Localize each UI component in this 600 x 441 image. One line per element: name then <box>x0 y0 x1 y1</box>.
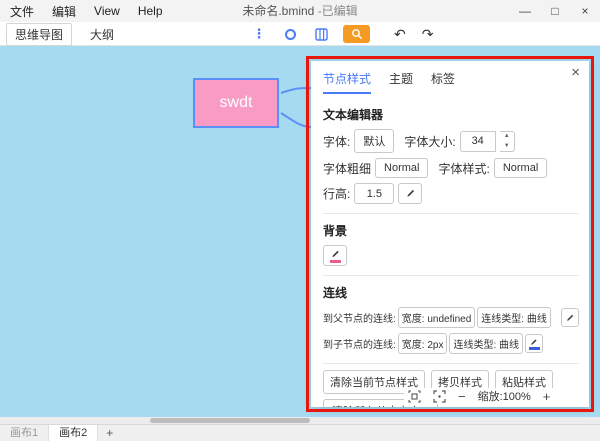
more-options-icon[interactable]: ⋮ <box>250 25 268 43</box>
font-family-button[interactable]: 默认 <box>354 129 394 153</box>
circle-icon <box>285 29 296 40</box>
pencil-icon <box>405 188 416 199</box>
font-style-label: 字体样式: <box>438 160 489 177</box>
scrollbar-thumb[interactable] <box>150 418 310 423</box>
section-title-background: 背景 <box>323 222 579 239</box>
pencil-icon <box>529 338 539 346</box>
child-line-color-button[interactable] <box>525 334 543 353</box>
child-line-row: 到子节点的连线: 宽度: 2px 连线类型: 曲线 <box>323 333 579 354</box>
zoom-in-button[interactable]: + <box>543 390 551 403</box>
line-height-picker-button[interactable] <box>398 183 422 204</box>
view-tabs: 思维导图 大纲 <box>6 22 122 46</box>
zoom-level-label: 缩放:100% <box>478 388 531 404</box>
fit-view-icon <box>408 390 421 403</box>
menubar: 文件 编辑 View Help <box>10 0 163 22</box>
panel-tab-label[interactable]: 标签 <box>431 70 455 94</box>
divider <box>323 363 579 364</box>
redo-button[interactable]: ↷ <box>422 26 434 43</box>
undo-button[interactable]: ↶ <box>394 26 406 43</box>
child-line-type-button[interactable]: 连线类型: 曲线 <box>449 333 523 354</box>
zoom-controls: − 缩放:100% + <box>404 388 554 404</box>
tab-mindmap[interactable]: 思维导图 <box>6 23 72 46</box>
stepper-down-icon[interactable]: ▼ <box>500 141 514 151</box>
font-label: 字体: <box>323 133 350 150</box>
panel-tabs: 节点样式 主题 标签 <box>311 61 589 94</box>
panel-body: 文本编辑器 字体: 默认 字体大小: 34 ▲ ▼ 字体粗细 Normal 字体… <box>311 94 589 407</box>
parent-line-label: 到父节点的连线: <box>323 310 396 325</box>
parent-line-width-button[interactable]: 宽度: undefined <box>398 307 476 328</box>
font-row: 字体: 默认 字体大小: 34 ▲ ▼ <box>323 129 579 153</box>
search-button[interactable] <box>343 25 370 43</box>
maximize-button[interactable]: □ <box>540 0 570 22</box>
child-line-label: 到子节点的连线: <box>323 336 396 351</box>
child-line-width-button[interactable]: 宽度: 2px <box>398 333 448 354</box>
window-controls: — □ × <box>510 0 600 22</box>
search-icon <box>351 28 363 40</box>
child-line-color-swatch <box>529 347 540 350</box>
menu-file[interactable]: 文件 <box>10 3 34 20</box>
divider <box>323 275 579 276</box>
parent-line-color-button[interactable] <box>561 308 579 327</box>
menu-edit[interactable]: 编辑 <box>52 3 76 20</box>
menu-view[interactable]: View <box>94 4 120 18</box>
stepper-up-icon[interactable]: ▲ <box>500 132 514 142</box>
font-weight-button[interactable]: Normal <box>375 158 428 178</box>
circle-theme-icon[interactable] <box>281 25 299 43</box>
background-color-button[interactable] <box>323 245 347 266</box>
fit-view-button[interactable] <box>408 390 421 403</box>
zoom-out-button[interactable]: − <box>458 390 466 403</box>
parent-line-type-button[interactable]: 连线类型: 曲线 <box>477 307 551 328</box>
background-color-swatch <box>330 260 341 263</box>
canvas-tab-1[interactable]: 画布1 <box>0 425 48 441</box>
document-name: 未命名.bmind <box>242 4 314 18</box>
line-height-label: 行高: <box>323 185 350 202</box>
toolbar-icons: ⋮ <box>250 25 370 43</box>
center-view-button[interactable] <box>433 390 446 403</box>
horizontal-scrollbar[interactable] <box>0 417 600 424</box>
font-size-input[interactable]: 34 <box>460 131 496 152</box>
toolbar: 思维导图 大纲 ⋮ ↶ ↷ <box>0 22 600 46</box>
menu-help[interactable]: Help <box>138 4 163 18</box>
titlebar: 文件 编辑 View Help 未命名.bmind -已编辑 — □ × <box>0 0 600 22</box>
background-row <box>323 245 579 266</box>
line-height-input[interactable]: 1.5 <box>354 183 394 204</box>
font-size-label: 字体大小: <box>404 133 455 150</box>
panel-tab-theme[interactable]: 主题 <box>389 70 413 94</box>
parent-line-row: 到父节点的连线: 宽度: undefined 连线类型: 曲线 <box>323 307 579 328</box>
font-weight-row: 字体粗细 Normal 字体样式: Normal <box>323 158 579 178</box>
minimize-button[interactable]: — <box>510 0 540 22</box>
section-title-lines: 连线 <box>323 284 579 301</box>
canvas-tab-bar: 画布1 画布2 + <box>0 424 600 441</box>
font-size-stepper[interactable]: ▲ ▼ <box>500 131 515 152</box>
line-height-row: 行高: 1.5 <box>323 183 579 204</box>
document-state: -已编辑 <box>318 4 358 18</box>
panel-close-icon[interactable]: × <box>571 65 580 80</box>
mindmap-node[interactable]: swdt <box>193 78 279 128</box>
canvas-tab-2[interactable]: 画布2 <box>48 425 98 441</box>
add-canvas-button[interactable]: + <box>98 425 121 441</box>
layout-structure-icon[interactable] <box>312 25 330 43</box>
layout-icon <box>315 28 328 41</box>
font-style-button[interactable]: Normal <box>494 158 547 178</box>
pencil-icon <box>330 249 341 259</box>
tab-outline[interactable]: 大纲 <box>82 24 122 45</box>
close-window-button[interactable]: × <box>570 0 600 22</box>
pencil-icon <box>565 313 575 323</box>
app-window: 文件 编辑 View Help 未命名.bmind -已编辑 — □ × 思维导… <box>0 0 600 441</box>
font-weight-label: 字体粗细 <box>323 160 371 177</box>
node-style-panel: × 节点样式 主题 标签 文本编辑器 字体: 默认 字体大小: 34 ▲ ▼ 字… <box>311 61 589 407</box>
panel-tab-node-style[interactable]: 节点样式 <box>323 70 371 94</box>
section-title-text-editor: 文本编辑器 <box>323 106 579 123</box>
history-controls: ↶ ↷ <box>394 25 433 43</box>
center-view-icon <box>433 390 446 403</box>
divider <box>323 213 579 214</box>
